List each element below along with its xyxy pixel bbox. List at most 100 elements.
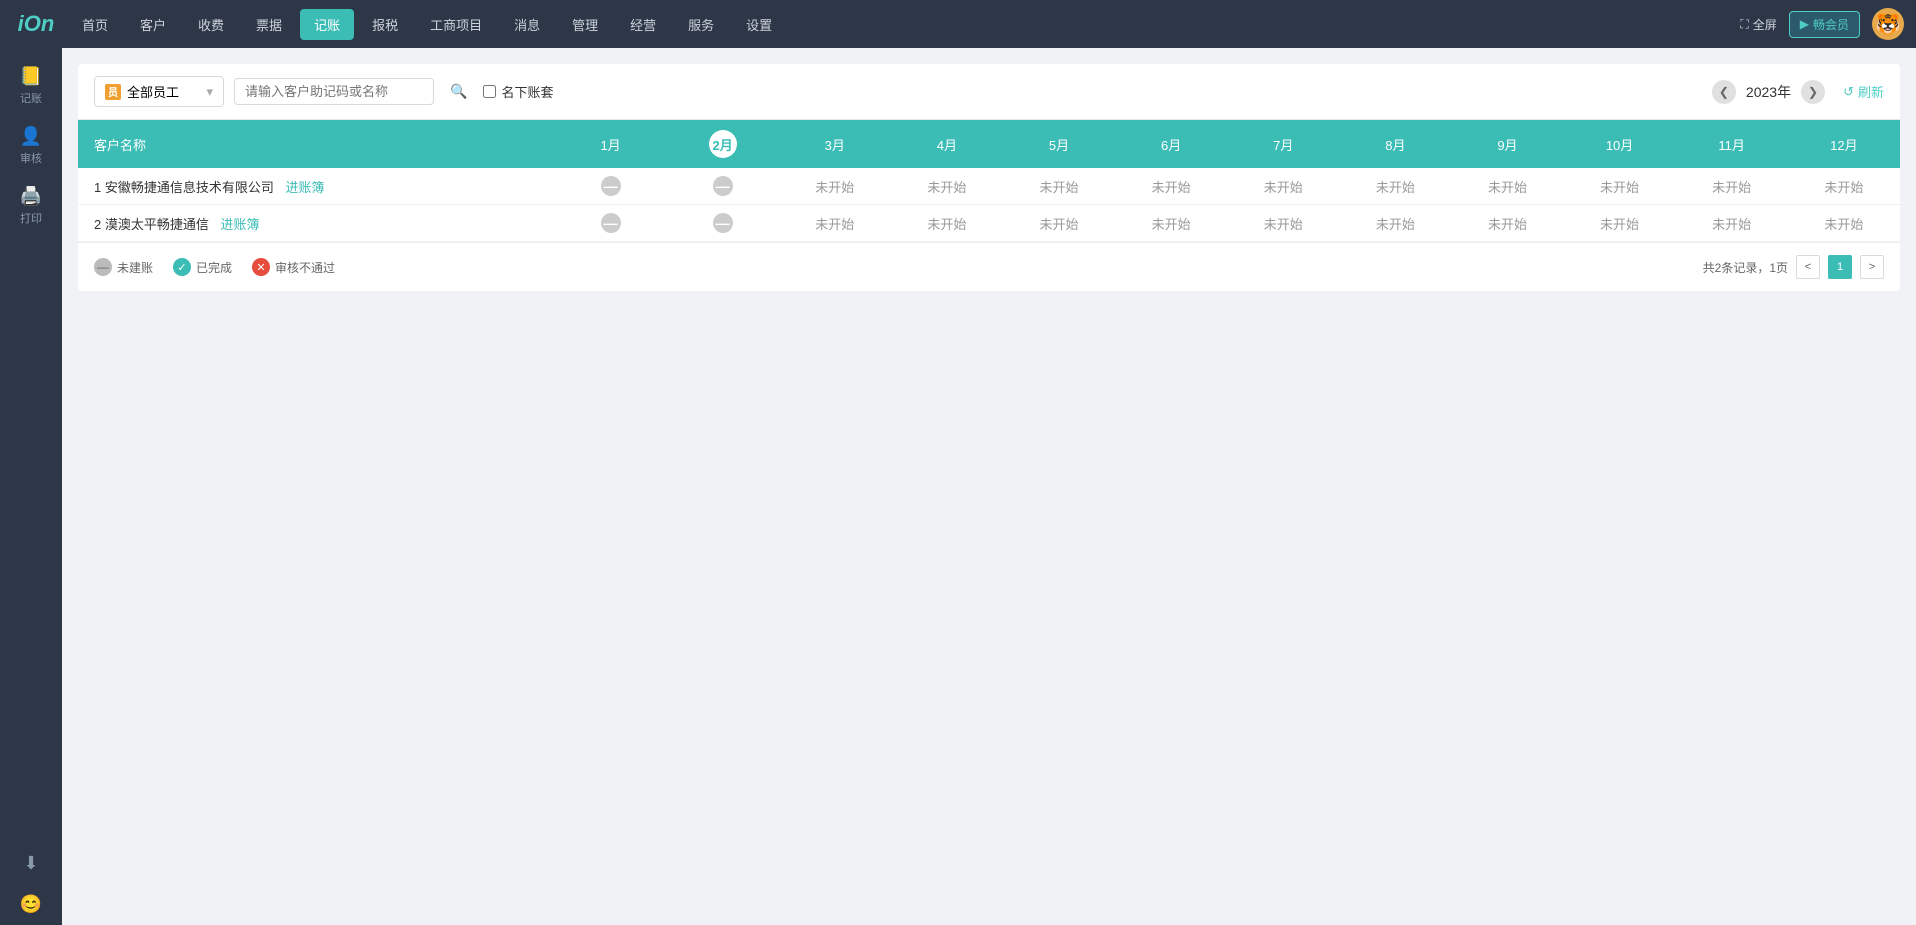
cell-month-11: 未开始 — [1676, 205, 1788, 242]
col-header-1: 1月 — [555, 120, 667, 168]
my-accounts-label: 名下账套 — [501, 82, 553, 101]
my-accounts-checkbox[interactable] — [483, 85, 496, 98]
sidebar-item-download[interactable]: ⬇ — [0, 843, 62, 884]
chevron-down-icon: ▾ — [206, 84, 213, 100]
enter-account-link[interactable]: 进账簿 — [285, 180, 324, 195]
cell-month-11: 未开始 — [1676, 168, 1788, 205]
nav-item-票据[interactable]: 票据 — [242, 9, 296, 40]
dash-icon: — — [601, 176, 621, 196]
col-header-4: 4月 — [891, 120, 1003, 168]
fullscreen-button[interactable]: ⛶ 全屏 — [1740, 16, 1776, 33]
enter-account-link[interactable]: 进账簿 — [220, 217, 259, 232]
nav-item-经营[interactable]: 经营 — [616, 9, 670, 40]
col-header-10: 10月 — [1564, 120, 1676, 168]
fullscreen-icon: ⛶ — [1740, 17, 1748, 32]
vip-icon: ▶ — [1800, 17, 1809, 31]
table-row: 1 安徽畅捷通信息技术有限公司 进账簿——未开始未开始未开始未开始未开始未开始未… — [78, 168, 1900, 205]
completed-dot: ✓ — [173, 258, 191, 276]
col-header-0: 客户名称 — [78, 120, 555, 168]
next-year-button[interactable]: ❯ — [1801, 80, 1825, 104]
next-page-button[interactable]: > — [1860, 255, 1884, 279]
footer: — 未建账 ✓ 已完成 ✕ 审核不通过 共2条记录，1页 < 1 > — [78, 242, 1900, 291]
toolbar: 员 全部员工 ▾ 🔍 名下账套 ❮ 2023年 ❯ ↺ 刷新 — [78, 64, 1900, 120]
search-input[interactable] — [234, 78, 434, 105]
refresh-button[interactable]: ↺ 刷新 — [1843, 82, 1884, 101]
col-header-9: 9月 — [1451, 120, 1563, 168]
col-header-3: 3月 — [779, 120, 891, 168]
prev-year-button[interactable]: ❮ — [1712, 80, 1736, 104]
main-panel: 员 全部员工 ▾ 🔍 名下账套 ❮ 2023年 ❯ ↺ 刷新 — [78, 64, 1900, 291]
col-header-6: 6月 — [1115, 120, 1227, 168]
cell-month-3: 未开始 — [779, 168, 891, 205]
col-header-12: 12月 — [1788, 120, 1900, 168]
cell-month-8: 未开始 — [1339, 205, 1451, 242]
cell-month-9: 未开始 — [1451, 168, 1563, 205]
nav-item-设置[interactable]: 设置 — [732, 9, 786, 40]
my-accounts-checkbox-label[interactable]: 名下账套 — [483, 82, 553, 101]
sidebar-label-accounting: 记账 — [20, 90, 42, 106]
sidebar-item-review[interactable]: 👤 审核 — [0, 116, 62, 176]
cell-month-10: 未开始 — [1564, 168, 1676, 205]
rejected-label: 审核不通过 — [275, 259, 335, 276]
unstarted-label: 未建账 — [117, 259, 153, 276]
dash-icon: — — [601, 213, 621, 233]
fullscreen-label: 全屏 — [1753, 16, 1777, 33]
search-icon: 🔍 — [450, 83, 467, 99]
nav-item-报税[interactable]: 报税 — [358, 9, 412, 40]
cell-month-4: 未开始 — [891, 205, 1003, 242]
accounts-table-wrapper: 客户名称1月2月3月4月5月6月7月8月9月10月11月12月 1 安徽畅捷通信… — [78, 120, 1900, 242]
nav-item-收费[interactable]: 收费 — [184, 9, 238, 40]
cell-month-8: 未开始 — [1339, 168, 1451, 205]
cell-month-9: 未开始 — [1451, 205, 1563, 242]
cell-month-1: — — [555, 168, 667, 205]
col-header-5: 5月 — [1003, 120, 1115, 168]
legend-rejected: ✕ 审核不通过 — [252, 258, 335, 276]
cell-month-6: 未开始 — [1115, 168, 1227, 205]
nav-item-服务[interactable]: 服务 — [674, 9, 728, 40]
nav-item-客户[interactable]: 客户 — [126, 9, 180, 40]
cell-month-2: — — [667, 205, 779, 242]
sidebar-item-print[interactable]: 🖨️ 打印 — [0, 176, 62, 236]
table-body: 1 安徽畅捷通信息技术有限公司 进账簿——未开始未开始未开始未开始未开始未开始未… — [78, 168, 1900, 242]
main-content: 员 全部员工 ▾ 🔍 名下账套 ❮ 2023年 ❯ ↺ 刷新 — [62, 48, 1916, 925]
app-logo: iOn — [12, 11, 60, 37]
total-records: 共2条记录，1页 — [1703, 259, 1788, 276]
accounts-table: 客户名称1月2月3月4月5月6月7月8月9月10月11月12月 1 安徽畅捷通信… — [78, 120, 1900, 242]
dash-icon: — — [713, 213, 733, 233]
col-header-2: 2月 — [667, 120, 779, 168]
cell-month-5: 未开始 — [1003, 168, 1115, 205]
nav-right-area: ⛶ 全屏 ▶ 畅会员 🐯 — [1740, 8, 1904, 40]
cell-month-12: 未开始 — [1788, 205, 1900, 242]
user-avatar[interactable]: 🐯 — [1872, 8, 1904, 40]
employee-selector[interactable]: 员 全部员工 ▾ — [94, 76, 224, 107]
nav-item-消息[interactable]: 消息 — [500, 9, 554, 40]
col-header-11: 11月 — [1676, 120, 1788, 168]
prev-page-button[interactable]: < — [1796, 255, 1820, 279]
nav-item-管理[interactable]: 管理 — [558, 9, 612, 40]
user-icon: 😊 — [20, 894, 42, 915]
rejected-dot: ✕ — [252, 258, 270, 276]
sidebar-item-accounting[interactable]: 📒 记账 — [0, 56, 62, 116]
left-sidebar: 📒 记账 👤 审核 🖨️ 打印 ⬇ 😊 — [0, 48, 62, 925]
search-button[interactable]: 🔍 — [444, 79, 473, 104]
nav-item-首页[interactable]: 首页 — [68, 9, 122, 40]
completed-label: 已完成 — [196, 259, 232, 276]
table-row: 2 漠澳太平畅捷通信 进账簿——未开始未开始未开始未开始未开始未开始未开始未开始… — [78, 205, 1900, 242]
legend-completed: ✓ 已完成 — [173, 258, 232, 276]
legend-unstarted: — 未建账 — [94, 258, 153, 276]
nav-menu: 首页客户收费票据记账报税工商项目消息管理经营服务设置 — [68, 9, 1740, 40]
refresh-icon: ↺ — [1843, 84, 1854, 100]
cell-name: 1 安徽畅捷通信息技术有限公司 进账簿 — [78, 168, 555, 205]
year-display: 2023年 — [1746, 82, 1791, 102]
accounting-icon: 📒 — [20, 66, 42, 87]
download-icon: ⬇ — [23, 853, 38, 874]
cell-month-12: 未开始 — [1788, 168, 1900, 205]
print-icon: 🖨️ — [20, 186, 42, 207]
vip-button[interactable]: ▶ 畅会员 — [1789, 11, 1860, 38]
sidebar-item-user[interactable]: 😊 — [0, 884, 62, 925]
page-1-button[interactable]: 1 — [1828, 255, 1852, 279]
nav-item-工商项目[interactable]: 工商项目 — [416, 9, 496, 40]
nav-item-记账[interactable]: 记账 — [300, 9, 354, 40]
sidebar-label-print: 打印 — [20, 210, 42, 226]
cell-month-7: 未开始 — [1227, 205, 1339, 242]
